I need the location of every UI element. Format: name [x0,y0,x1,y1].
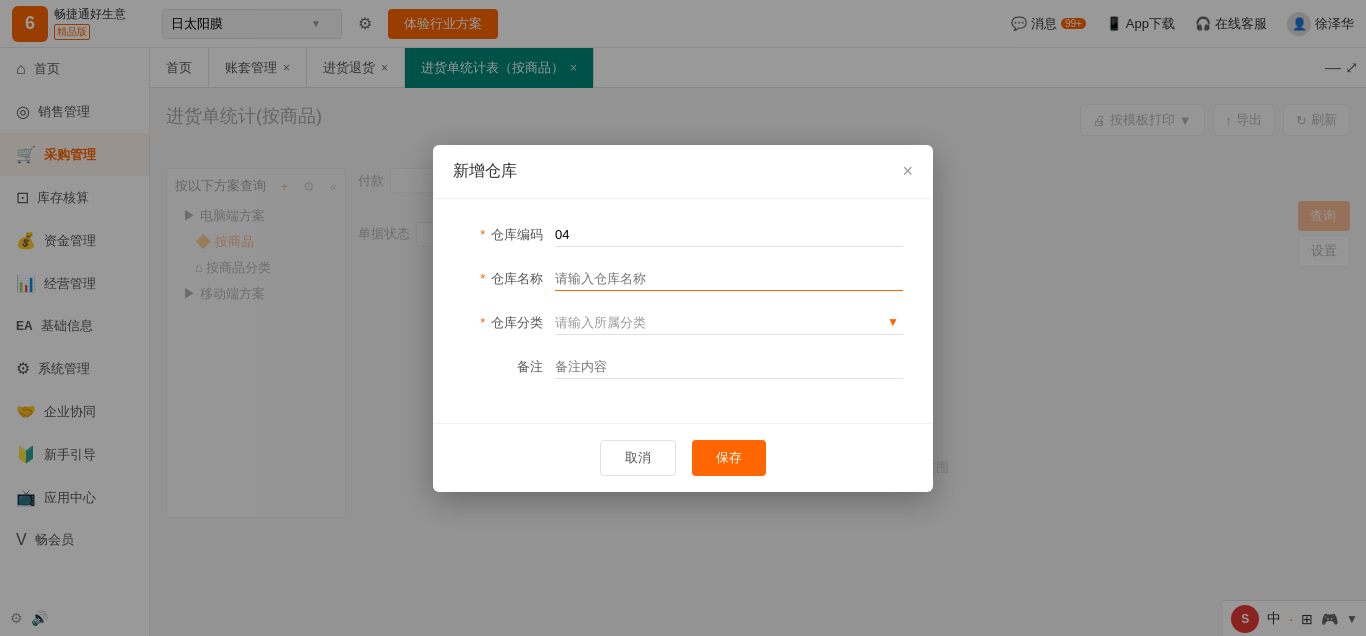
cancel-button[interactable]: 取消 [600,440,676,476]
modal-close-icon[interactable]: × [902,162,913,180]
modal-title: 新增仓库 [453,161,517,182]
name-input[interactable] [555,267,903,291]
code-label: * 仓库编码 [463,226,543,244]
modal-overlay[interactable]: 新增仓库 × * 仓库编码 * 仓库名称 [0,0,1366,636]
modal-header: 新增仓库 × [433,145,933,199]
form-row-category: * 仓库分类 请输入所属分类 [463,311,903,335]
note-input[interactable] [555,355,903,379]
form-row-name: * 仓库名称 [463,267,903,291]
code-input[interactable] [555,223,903,247]
modal-footer: 取消 保存 [433,423,933,492]
name-label: * 仓库名称 [463,270,543,288]
category-select[interactable]: 请输入所属分类 [555,311,903,334]
save-button[interactable]: 保存 [692,440,766,476]
add-warehouse-modal: 新增仓库 × * 仓库编码 * 仓库名称 [433,145,933,492]
modal-body: * 仓库编码 * 仓库名称 * 仓库分类 [433,199,933,423]
form-row-note: 备注 [463,355,903,379]
form-row-code: * 仓库编码 [463,223,903,247]
category-label: * 仓库分类 [463,314,543,332]
category-select-wrap: 请输入所属分类 [555,311,903,335]
note-label: 备注 [463,358,543,376]
